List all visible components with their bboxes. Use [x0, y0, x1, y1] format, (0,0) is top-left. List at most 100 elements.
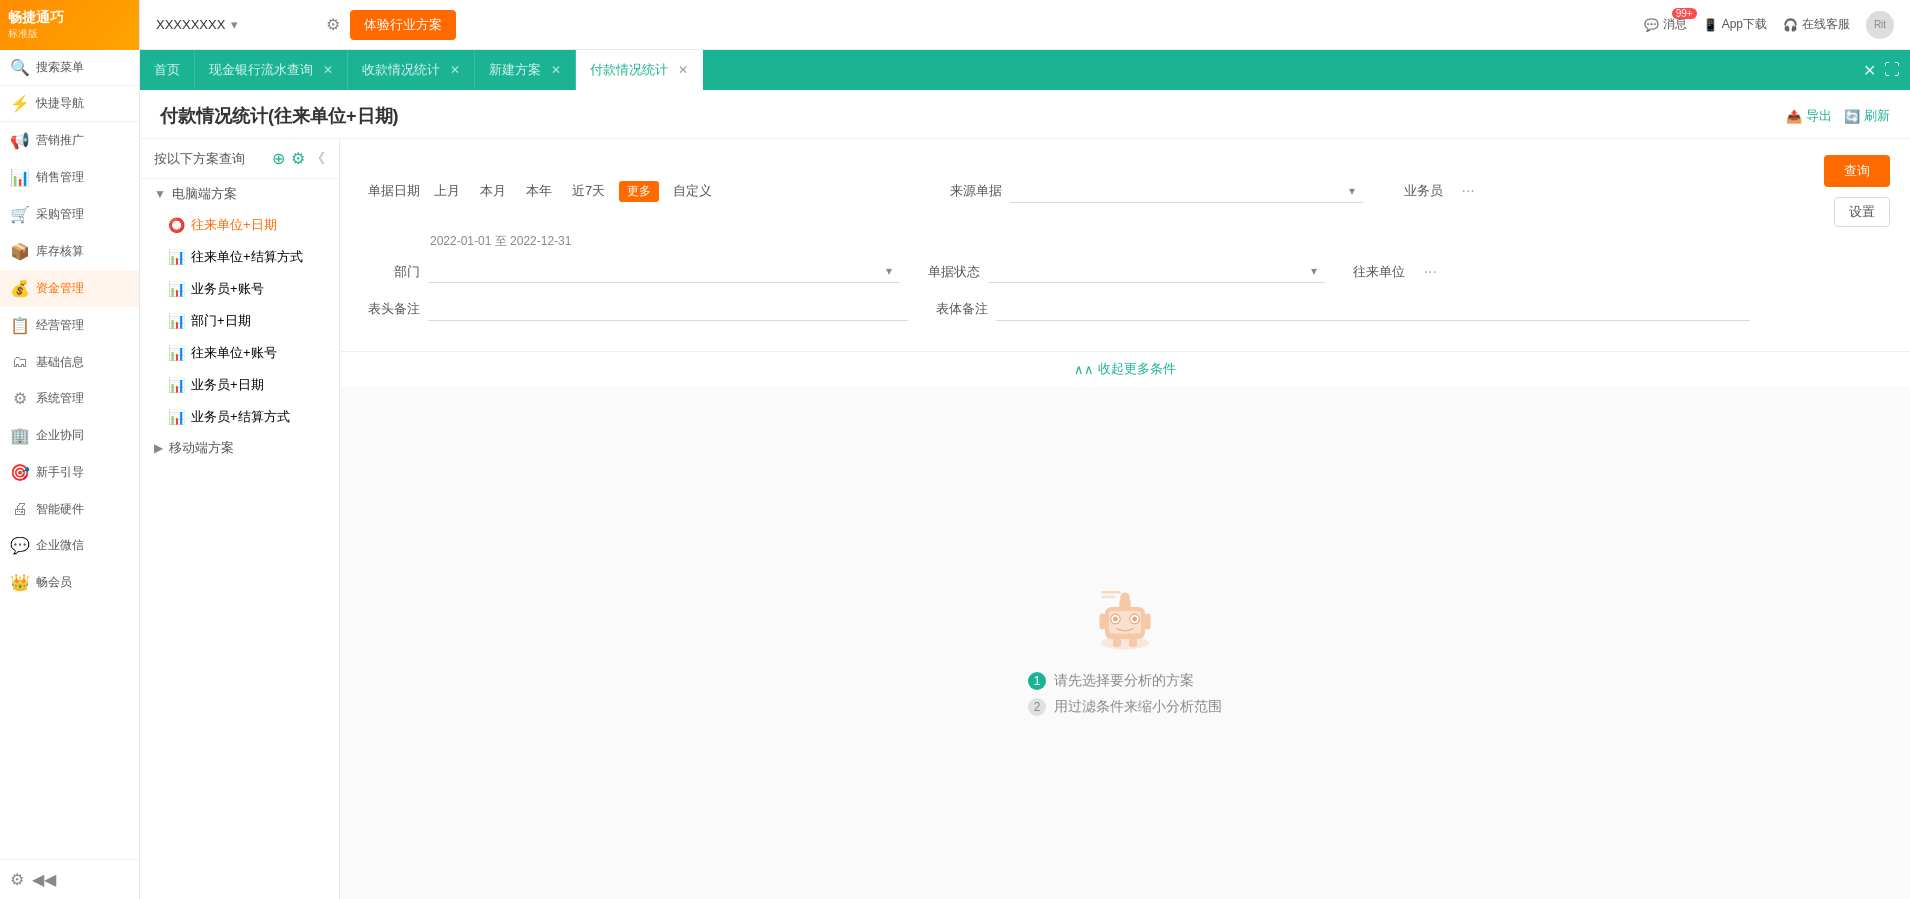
- scheme-item-5[interactable]: 📊 业务员+日期: [140, 369, 339, 401]
- tab-receipts[interactable]: 收款情况统计 ✕: [348, 50, 475, 90]
- collapse-panel-icon[interactable]: 《: [311, 150, 325, 168]
- tab-newscheme[interactable]: 新建方案 ✕: [475, 50, 576, 90]
- quicknav-icon: ⚡: [10, 94, 30, 113]
- svg-rect-13: [1101, 591, 1121, 593]
- scheme-list: ⭕ 往来单位+日期 📊 往来单位+结算方式 📊 业务员+账号 📊 部门+日期: [140, 209, 339, 433]
- settings-btn[interactable]: 设置: [1834, 197, 1890, 227]
- date-this-year[interactable]: 本年: [520, 180, 558, 202]
- docstatus-field: 单据状态 ▾: [920, 260, 1325, 283]
- collapse-bar[interactable]: ∧∧ 收起更多条件: [340, 351, 1910, 386]
- export-btn[interactable]: 📤 导出: [1786, 107, 1832, 125]
- tab-close-all-icon[interactable]: ✕: [1863, 61, 1876, 80]
- tab-cashflow[interactable]: 现金银行流水查询 ✕: [195, 50, 348, 90]
- date-this-month[interactable]: 本月: [474, 180, 512, 202]
- source-select-arrow: ▾: [1349, 184, 1355, 198]
- sidebar-item-wechat[interactable]: 💬 企业微信: [0, 527, 139, 564]
- scheme-item-4[interactable]: 📊 往来单位+账号: [140, 337, 339, 369]
- scheme-item-2[interactable]: 📊 业务员+账号: [140, 273, 339, 305]
- company-name: XXXXXXXX: [156, 17, 225, 32]
- sidebar-item-marketing[interactable]: 📢 营销推广: [0, 122, 139, 159]
- date-last-month[interactable]: 上月: [428, 180, 466, 202]
- docstatus-select-arrow: ▾: [1311, 264, 1317, 278]
- trial-btn[interactable]: 体验行业方案: [350, 10, 456, 40]
- scheme-panel-actions: ⊕ ⚙ 《: [272, 149, 325, 168]
- sidebar-item-purchase[interactable]: 🛒 采购管理: [0, 196, 139, 233]
- company-dropdown-icon[interactable]: ▾: [231, 17, 238, 32]
- empty-state: 1 请先选择要分析的方案 2 用过滤条件来缩小分析范围: [340, 386, 1910, 899]
- search-label: 搜索菜单: [36, 59, 84, 76]
- sidebar-item-inventory[interactable]: 📦 库存核算: [0, 233, 139, 270]
- collapse-sidebar-icon[interactable]: ◀◀: [32, 870, 56, 889]
- scheme-item-label-6: 业务员+结算方式: [191, 408, 290, 426]
- query-settings-area: 查询 设置: [1824, 155, 1890, 227]
- sidebar-item-quicknav[interactable]: ⚡ 快捷导航: [0, 86, 139, 122]
- desktop-category[interactable]: ▼ 电脑端方案: [140, 179, 339, 209]
- export-label: 导出: [1806, 107, 1832, 125]
- mobile-category[interactable]: ▶ 移动端方案: [140, 433, 339, 463]
- cooperation-icon: 🏢: [10, 426, 30, 445]
- sidebar-item-operations[interactable]: 📋 经营管理: [0, 307, 139, 344]
- marketing-label: 营销推广: [36, 132, 84, 149]
- receipts-tab-close[interactable]: ✕: [450, 63, 460, 77]
- messages-btn[interactable]: 💬 消息 99+: [1644, 16, 1687, 33]
- date-more[interactable]: 更多: [619, 181, 659, 202]
- body-note-input[interactable]: [996, 297, 1750, 321]
- cashflow-tab-close[interactable]: ✕: [323, 63, 333, 77]
- dept-select[interactable]: ▾: [428, 260, 900, 283]
- app-download-btn[interactable]: 📱 App下载: [1703, 16, 1767, 33]
- dept-label: 部门: [360, 263, 420, 281]
- scheme-item-icon-3: 📊: [168, 313, 185, 329]
- scheme-item-icon-6: 📊: [168, 409, 185, 425]
- salesperson-label: 业务员: [1383, 182, 1443, 200]
- scheme-item-3[interactable]: 📊 部门+日期: [140, 305, 339, 337]
- tab-fullscreen-icon[interactable]: ⛶: [1884, 61, 1900, 79]
- sidebar-item-hardware[interactable]: 🖨 智能硬件: [0, 491, 139, 527]
- refresh-btn[interactable]: 🔄 刷新: [1844, 107, 1890, 125]
- sidebar-item-system[interactable]: ⚙ 系统管理: [0, 380, 139, 417]
- date-custom[interactable]: 自定义: [667, 180, 718, 202]
- salesperson-dots[interactable]: ···: [1451, 182, 1475, 200]
- cooperation-label: 企业协同: [36, 427, 84, 444]
- date-last7days[interactable]: 近7天: [566, 180, 611, 202]
- tabbar: 首页 现金银行流水查询 ✕ 收款情况统计 ✕ 新建方案 ✕ 付款情况统计 ✕ ✕…: [140, 50, 1910, 90]
- sidebar-item-member[interactable]: 👑 畅会员: [0, 564, 139, 601]
- body-layout: 按以下方案查询 ⊕ ⚙ 《 ▼ 电脑端方案 ⭕ 往来单位+日期: [140, 139, 1910, 899]
- sidebar-item-basic[interactable]: 🗂 基础信息: [0, 344, 139, 380]
- settings-scheme-icon[interactable]: ⚙: [291, 149, 305, 168]
- query-btn[interactable]: 查询: [1824, 155, 1890, 187]
- sidebar-item-search[interactable]: 🔍 搜索菜单: [0, 50, 139, 86]
- tab-payments[interactable]: 付款情况统计 ✕: [576, 50, 703, 90]
- sidebar-item-sales[interactable]: 📊 销售管理: [0, 159, 139, 196]
- scheme-item-6[interactable]: 📊 业务员+结算方式: [140, 401, 339, 433]
- system-label: 系统管理: [36, 390, 84, 407]
- online-service-btn[interactable]: 🎧 在线客服: [1783, 16, 1850, 33]
- user-avatar[interactable]: Rit: [1866, 11, 1894, 39]
- scheme-item-label-1: 往来单位+结算方式: [191, 248, 303, 266]
- scheme-item-0[interactable]: ⭕ 往来单位+日期: [140, 209, 339, 241]
- avatar-text: Rit: [1874, 19, 1886, 30]
- sidebar-item-cooperation[interactable]: 🏢 企业协同: [0, 417, 139, 454]
- docstatus-select[interactable]: ▾: [988, 260, 1325, 283]
- payments-tab-close[interactable]: ✕: [678, 63, 688, 77]
- page-header: 付款情况统计(往来单位+日期) 📤 导出 🔄 刷新: [140, 90, 1910, 139]
- counterpart-dots[interactable]: ···: [1413, 263, 1437, 281]
- sidebar-item-guide[interactable]: 🎯 新手引导: [0, 454, 139, 491]
- settings-bottom-icon[interactable]: ⚙: [10, 870, 24, 889]
- sidebar-item-funds[interactable]: 💰 资金管理: [0, 270, 139, 307]
- tab-home[interactable]: 首页: [140, 50, 195, 90]
- source-field: 来源单据 ▾: [942, 180, 1363, 203]
- filter-area: 单据日期 上月 本月 本年 近7天 更多 自定义 来源单据: [340, 139, 1910, 899]
- svg-rect-12: [1129, 637, 1137, 647]
- source-select[interactable]: ▾: [1010, 180, 1363, 203]
- svg-rect-9: [1099, 613, 1105, 629]
- quicknav-label: 快捷导航: [36, 95, 84, 112]
- add-scheme-icon[interactable]: ⊕: [272, 149, 285, 168]
- topbar-settings-icon[interactable]: ⚙: [326, 15, 340, 34]
- header-note-input[interactable]: [428, 297, 908, 321]
- scheme-item-1[interactable]: 📊 往来单位+结算方式: [140, 241, 339, 273]
- mobile-arrow-icon: ▶: [154, 441, 163, 455]
- dept-field: 部门 ▾: [360, 260, 900, 283]
- guide-label: 新手引导: [36, 464, 84, 481]
- counterpart-field: 往来单位 ···: [1345, 263, 1750, 281]
- newscheme-tab-close[interactable]: ✕: [551, 63, 561, 77]
